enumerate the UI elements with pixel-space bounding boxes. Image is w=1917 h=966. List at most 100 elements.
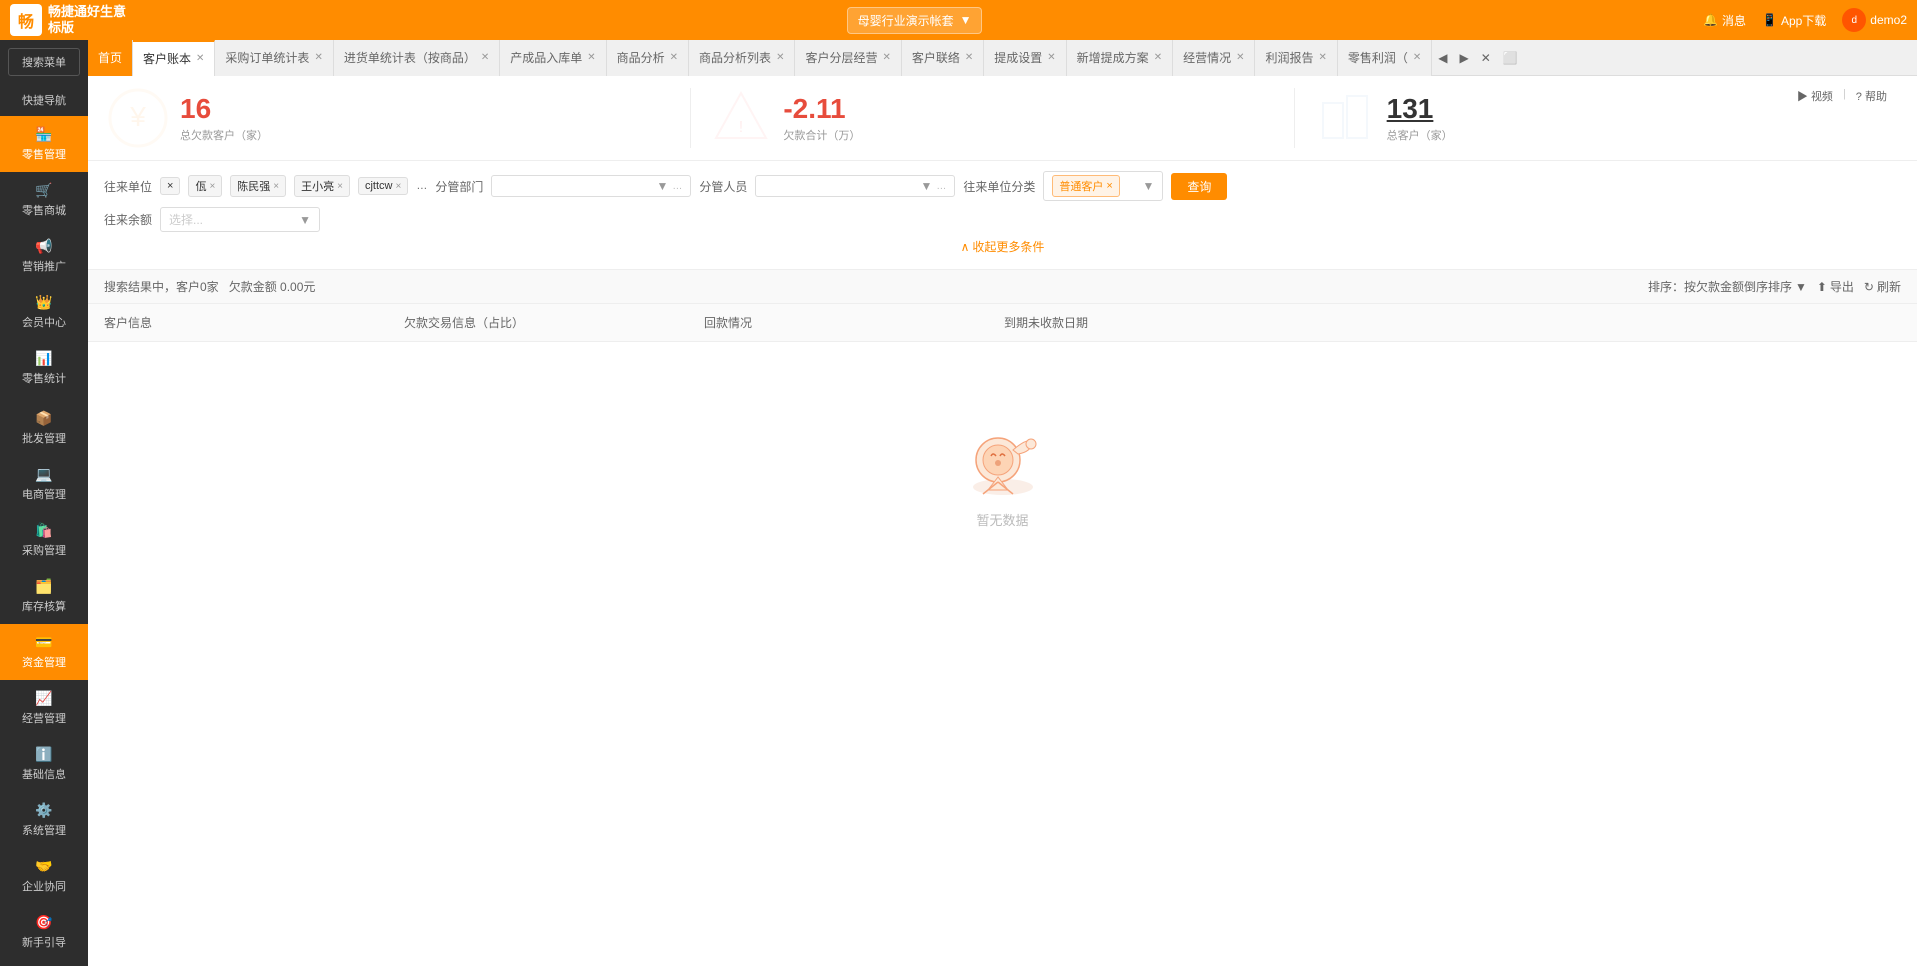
close-tab-11[interactable]: ✕ bbox=[1236, 52, 1244, 63]
sidebar-item-retail-mall[interactable]: 🛒 零售商城 bbox=[0, 172, 88, 228]
tab-purchase-stats-by-product[interactable]: 进货单统计表（按商品） ✕ bbox=[334, 40, 500, 76]
tab-commission-settings[interactable]: 提成设置 ✕ bbox=[984, 40, 1066, 76]
sidebar-item-inventory[interactable]: 🗂️ 库存核算 bbox=[0, 568, 88, 624]
sidebar-item-basic-info[interactable]: ℹ️ 基础信息 bbox=[0, 736, 88, 792]
sidebar-item-collab[interactable]: 🤝 企业协同 bbox=[0, 848, 88, 904]
chevron-down-icon: ▼ bbox=[656, 179, 668, 193]
sidebar-item-member-center[interactable]: 👑 会员中心 bbox=[0, 284, 88, 340]
col-header-repay: 回款情况 bbox=[704, 314, 1004, 331]
video-button[interactable]: ▶ 视频 bbox=[1797, 88, 1833, 104]
stat-debt-customers-number: 16 bbox=[180, 93, 268, 125]
tab-maximize[interactable]: ⬜ bbox=[1497, 51, 1524, 65]
stat-debt-total: ! -2.11 欠款合计（万） bbox=[691, 88, 1294, 148]
remove-tag-chen[interactable]: × bbox=[273, 181, 279, 192]
search-menu-button[interactable]: 搜索菜单 bbox=[8, 48, 80, 76]
sidebar-item-purchase[interactable]: 🛍️ 采购管理 bbox=[0, 512, 88, 568]
sidebar-item-newbie[interactable]: 🎯 新手引导 bbox=[0, 904, 88, 960]
tab-customer-tier[interactable]: 客户分层经营 ✕ bbox=[795, 40, 901, 76]
empty-text: 暂无数据 bbox=[976, 510, 1028, 529]
message-button[interactable]: 🔔 消息 bbox=[1703, 12, 1746, 29]
profile-selector[interactable]: 母婴行业演示帐套 ▼ bbox=[847, 7, 983, 34]
close-tab-10[interactable]: ✕ bbox=[1154, 52, 1162, 63]
sidebar: 搜索菜单 快捷导航 🏪 零售管理 🛒 零售商城 📢 营销推广 👑 会员中心 📊 bbox=[0, 40, 88, 966]
chevron-down-icon: ▼ bbox=[960, 13, 972, 27]
app-download-button[interactable]: 📱 App下载 bbox=[1762, 12, 1826, 29]
results-info: 搜索结果中，客户0家 欠款金额 0.00元 bbox=[104, 278, 315, 295]
tab-scroll-left[interactable]: ◀ bbox=[1432, 51, 1453, 65]
person-dropdown[interactable]: ▼ … bbox=[755, 175, 955, 197]
sidebar-item-ecommerce[interactable]: 💻 电商管理 bbox=[0, 456, 88, 512]
tab-close-all[interactable]: ✕ bbox=[1475, 51, 1497, 65]
remove-unit-class-tag[interactable]: × bbox=[1106, 180, 1112, 192]
bell-icon: 🔔 bbox=[1703, 13, 1718, 27]
unit-label: 往来单位 bbox=[104, 178, 152, 195]
close-tab-3[interactable]: ✕ bbox=[481, 52, 489, 63]
sort-dropdown[interactable]: 排序：按欠款金额倒序排序 ▼ bbox=[1648, 278, 1807, 295]
tab-customer-account[interactable]: 客户账本 ✕ bbox=[133, 40, 215, 76]
sidebar-item-wholesale[interactable]: 📦 批发管理 bbox=[0, 400, 88, 456]
quick-nav-button[interactable]: 快捷导航 bbox=[0, 84, 88, 116]
mall-icon: 🛒 bbox=[35, 182, 52, 199]
avatar: d bbox=[1842, 8, 1866, 32]
more-tags-button[interactable]: … bbox=[416, 180, 427, 192]
wholesale-icon: 📦 bbox=[35, 410, 52, 427]
remove-tag-cjttcw[interactable]: × bbox=[395, 181, 401, 192]
stat-total-customers-number: 131 bbox=[1387, 93, 1453, 125]
unit-class-label: 往来单位分类 bbox=[963, 178, 1035, 195]
close-tab-5[interactable]: ✕ bbox=[670, 52, 678, 63]
tab-product-analysis[interactable]: 商品分析 ✕ bbox=[607, 40, 689, 76]
marketing-icon: 📢 bbox=[35, 238, 52, 255]
stats-bar: ¥ 16 总欠款客户（家） ! bbox=[88, 76, 1917, 161]
close-tab-8[interactable]: ✕ bbox=[965, 52, 973, 63]
sidebar-item-marketing[interactable]: 📢 营销推广 bbox=[0, 228, 88, 284]
close-tab-6[interactable]: ✕ bbox=[776, 52, 784, 63]
top-bar-right: 🔔 消息 📱 App下载 d demo2 bbox=[1703, 8, 1907, 32]
sidebar-item-app-center[interactable]: 🧩 应用中心 bbox=[0, 960, 88, 966]
sidebar-item-finance[interactable]: 💳 资金管理 bbox=[0, 624, 88, 680]
query-button[interactable]: 查询 bbox=[1171, 173, 1227, 200]
collapse-button[interactable]: ∧ 收起更多条件 bbox=[961, 238, 1045, 255]
inventory-icon: 🗂️ bbox=[35, 578, 52, 595]
user-button[interactable]: d demo2 bbox=[1842, 8, 1907, 32]
refresh-button[interactable]: ↻ 刷新 bbox=[1864, 278, 1901, 295]
close-tab-1[interactable]: ✕ bbox=[196, 53, 204, 64]
retail-icon: 🏪 bbox=[35, 126, 52, 143]
stats-icon: 📊 bbox=[35, 350, 52, 367]
svg-text:!: ! bbox=[739, 119, 743, 136]
sidebar-item-operations[interactable]: 📈 经营管理 bbox=[0, 680, 88, 736]
results-bar: 搜索结果中，客户0家 欠款金额 0.00元 排序：按欠款金额倒序排序 ▼ ⬆ 导… bbox=[88, 270, 1917, 304]
close-tab-7[interactable]: ✕ bbox=[882, 52, 890, 63]
logo-text: 畅捷通好生意 标版 bbox=[48, 4, 126, 35]
tab-customer-contact[interactable]: 客户联络 ✕ bbox=[902, 40, 984, 76]
close-tab-4[interactable]: ✕ bbox=[587, 52, 595, 63]
stat-total-customers-label: 总客户（家） bbox=[1387, 127, 1453, 143]
tab-scroll-right[interactable]: ▶ bbox=[1454, 51, 1475, 65]
stat-total-customers-info: 131 总客户（家） bbox=[1387, 93, 1453, 143]
unit-class-dropdown[interactable]: 普通客户 × ▼ bbox=[1043, 171, 1163, 201]
stat-debt-customers-label: 总欠款客户（家） bbox=[180, 127, 268, 143]
close-tab-2[interactable]: ✕ bbox=[314, 52, 322, 63]
remove-tag-wang[interactable]: × bbox=[337, 181, 343, 192]
close-tab-13[interactable]: ✕ bbox=[1413, 52, 1421, 63]
tab-finished-goods[interactable]: 产成品入库单 ✕ bbox=[500, 40, 606, 76]
tab-add-commission[interactable]: 新增提成方案 ✕ bbox=[1067, 40, 1173, 76]
filter-tag-chen: 陈民强 × bbox=[230, 175, 286, 197]
balance-dropdown[interactable]: 选择... ▼ bbox=[160, 207, 320, 232]
tab-retail-profit[interactable]: 零售利润（ ✕ bbox=[1338, 40, 1432, 76]
remove-tag-wa[interactable]: × bbox=[209, 181, 215, 192]
tab-product-analysis-list[interactable]: 商品分析列表 ✕ bbox=[689, 40, 795, 76]
sidebar-item-system[interactable]: ⚙️ 系统管理 bbox=[0, 792, 88, 848]
debt-amount-text: 欠款金额 0.00元 bbox=[229, 278, 316, 295]
sidebar-item-retail-management[interactable]: 🏪 零售管理 bbox=[0, 116, 88, 172]
close-tab-9[interactable]: ✕ bbox=[1047, 52, 1055, 63]
dept-dropdown[interactable]: ▼ … bbox=[491, 175, 691, 197]
tab-business-situation[interactable]: 经营情况 ✕ bbox=[1173, 40, 1255, 76]
ecommerce-icon: 💻 bbox=[35, 466, 52, 483]
tab-profit-report[interactable]: 利润报告 ✕ bbox=[1255, 40, 1337, 76]
export-button[interactable]: ⬆ 导出 bbox=[1817, 278, 1854, 295]
help-button[interactable]: ? 帮助 bbox=[1856, 88, 1887, 104]
tab-home[interactable]: 首页 bbox=[88, 40, 133, 76]
tab-purchase-order-stats[interactable]: 采购订单统计表 ✕ bbox=[215, 40, 333, 76]
close-tab-12[interactable]: ✕ bbox=[1319, 52, 1327, 63]
sidebar-item-retail-stats[interactable]: 📊 零售统计 bbox=[0, 340, 88, 396]
